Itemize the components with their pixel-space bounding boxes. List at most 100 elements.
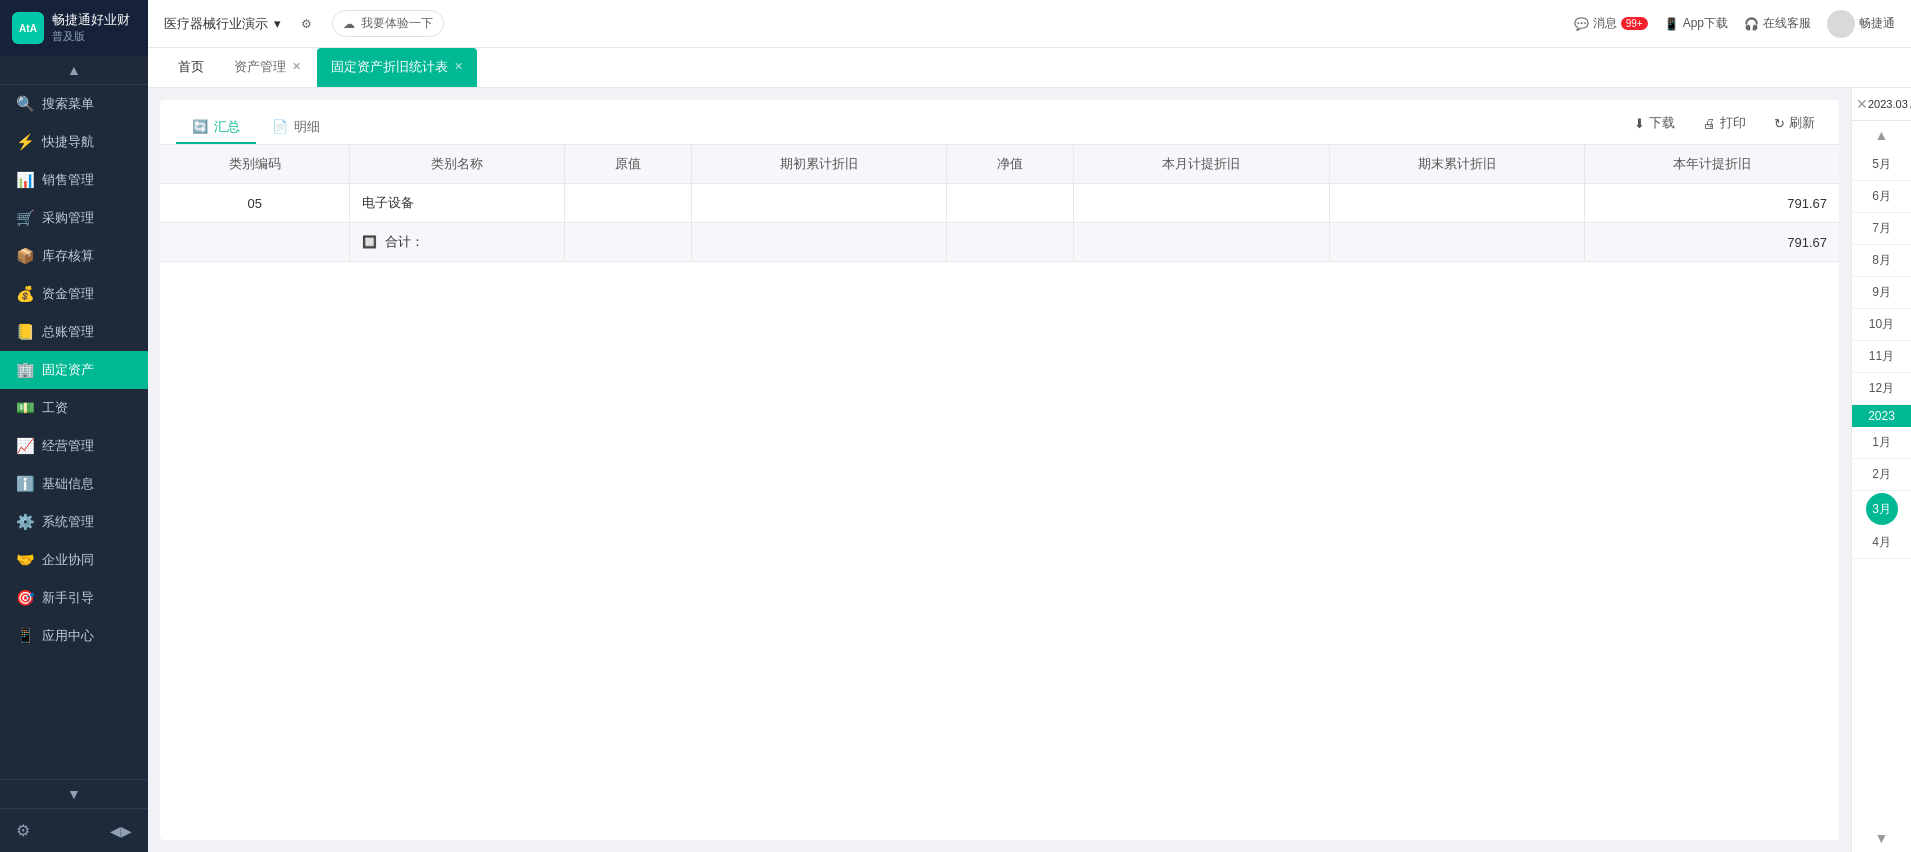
- month-item-11[interactable]: 11月: [1852, 341, 1911, 373]
- month-item-10[interactable]: 10月: [1852, 309, 1911, 341]
- sidebar-item-sales[interactable]: 📊 销售管理: [0, 161, 148, 199]
- calendar-panel-header: ✕ 2023.03 ⤢: [1852, 88, 1911, 121]
- tab-asset-mgmt[interactable]: 资产管理 ✕: [220, 48, 315, 87]
- cell-monthly-depreciation: [1073, 184, 1329, 223]
- sidebar-item-label: 采购管理: [42, 209, 94, 227]
- ledger-icon: 📒: [16, 323, 34, 341]
- sidebar-item-label: 销售管理: [42, 171, 94, 189]
- cell-net-value: [947, 184, 1074, 223]
- tab-asset-mgmt-close[interactable]: ✕: [292, 60, 301, 73]
- col-original-value: 原值: [565, 145, 692, 184]
- refresh-btn[interactable]: ↻ 刷新: [1766, 110, 1823, 136]
- sidebar-settings-btn[interactable]: ⚙: [12, 817, 34, 844]
- sub-tab-detail-label: 明细: [294, 118, 320, 136]
- sidebar-item-beginner[interactable]: 🎯 新手引导: [0, 579, 148, 617]
- sidebar-item-wages[interactable]: 💵 工资: [0, 389, 148, 427]
- app-download-btn[interactable]: 📱 App下载: [1664, 15, 1728, 32]
- depreciation-table: 类别编码 类别名称 原值 期初累计折旧 净值 本月计提折旧 期末累计折旧 本年计…: [160, 145, 1839, 262]
- topbar-left: 医疗器械行业演示 ▾ ⚙ ☁ 我要体验一下: [164, 10, 444, 37]
- month-item-8[interactable]: 8月: [1852, 245, 1911, 277]
- cell-summary-period-acc: [691, 223, 947, 262]
- calendar-next-btn[interactable]: ▼: [1852, 824, 1911, 852]
- sidebar-item-label: 企业协同: [42, 551, 94, 569]
- year-2023-months: 1月 2月 3月 4月: [1852, 427, 1911, 559]
- sidebar-item-quicknav[interactable]: ⚡ 快捷导航: [0, 123, 148, 161]
- cell-annual-depreciation: 791.67: [1585, 184, 1839, 223]
- summary-icon: 🔄: [192, 119, 208, 134]
- refresh-icon: ↻: [1774, 116, 1785, 131]
- sidebar-item-app-center[interactable]: 📱 应用中心: [0, 617, 148, 655]
- sidebar-scroll-down-btn[interactable]: ▼: [63, 782, 85, 806]
- sidebar-version: 普及版: [52, 29, 130, 44]
- sidebar-item-label: 资金管理: [42, 285, 94, 303]
- cell-summary-net: [947, 223, 1074, 262]
- detail-icon: 📄: [272, 119, 288, 134]
- month-item-9[interactable]: 9月: [1852, 277, 1911, 309]
- sidebar-item-label: 总账管理: [42, 323, 94, 341]
- sidebar-bottom: ⚙ ◀▶: [0, 808, 148, 852]
- tab-fixed-asset-close[interactable]: ✕: [454, 60, 463, 73]
- tab-home[interactable]: 首页: [164, 48, 218, 87]
- wages-icon: 💵: [16, 399, 34, 417]
- col-category-name: 类别名称: [350, 145, 565, 184]
- cell-summary-label: 🔲 合计：: [350, 223, 565, 262]
- sidebar-item-finance[interactable]: 💰 资金管理: [0, 275, 148, 313]
- table-wrapper: 类别编码 类别名称 原值 期初累计折旧 净值 本月计提折旧 期末累计折旧 本年计…: [160, 145, 1839, 840]
- sub-tabs-right: ⬇ 下载 🖨 打印 ↻ 刷新: [1626, 110, 1823, 144]
- online-service-btn[interactable]: 🎧 在线客服: [1744, 15, 1811, 32]
- month-item-7[interactable]: 7月: [1852, 213, 1911, 245]
- sidebar-item-label: 应用中心: [42, 627, 94, 645]
- cell-period-accumulated: [691, 184, 947, 223]
- sidebar-item-inventory[interactable]: 📦 库存核算: [0, 237, 148, 275]
- sidebar-item-purchase[interactable]: 🛒 采购管理: [0, 199, 148, 237]
- app-download-label: App下载: [1683, 15, 1728, 32]
- tab-home-label: 首页: [178, 58, 204, 76]
- operations-icon: 📈: [16, 437, 34, 455]
- month-item-5[interactable]: 5月: [1852, 149, 1911, 181]
- month-item-apr[interactable]: 4月: [1852, 527, 1911, 559]
- cell-original-value: [565, 184, 692, 223]
- year-2023-header[interactable]: 2023: [1852, 405, 1911, 427]
- cell-category-code: 05: [160, 184, 350, 223]
- print-icon: 🖨: [1703, 116, 1716, 131]
- tabs-bar: 首页 资产管理 ✕ 固定资产折旧统计表 ✕: [148, 48, 1911, 88]
- system-icon: ⚙️: [16, 513, 34, 531]
- sidebar-item-label: 固定资产: [42, 361, 94, 379]
- sidebar-collapse-btn[interactable]: ◀▶: [106, 819, 136, 843]
- month-item-jan[interactable]: 1月: [1852, 427, 1911, 459]
- table-header-row: 类别编码 类别名称 原值 期初累计折旧 净值 本月计提折旧 期末累计折旧 本年计…: [160, 145, 1839, 184]
- sidebar-item-ledger[interactable]: 📒 总账管理: [0, 313, 148, 351]
- month-item-12[interactable]: 12月: [1852, 373, 1911, 405]
- notification-label: 消息: [1593, 15, 1617, 32]
- print-btn[interactable]: 🖨 打印: [1695, 110, 1754, 136]
- sidebar-item-operations[interactable]: 📈 经营管理: [0, 427, 148, 465]
- sidebar-scroll-up-btn[interactable]: ▲: [63, 58, 85, 82]
- user-area[interactable]: 畅捷通: [1827, 10, 1895, 38]
- topbar-settings-btn[interactable]: ⚙: [293, 13, 320, 35]
- sidebar-item-label: 工资: [42, 399, 68, 417]
- sidebar-item-fixed-assets[interactable]: 🏢 固定资产: [0, 351, 148, 389]
- month-item-feb[interactable]: 2月: [1852, 459, 1911, 491]
- page-content: 🔄 汇总 📄 明细 ⬇ 下载 🖨 打印: [160, 100, 1839, 840]
- company-selector[interactable]: 医疗器械行业演示 ▾: [164, 15, 281, 33]
- fixed-assets-icon: 🏢: [16, 361, 34, 379]
- cloud-icon: ☁: [343, 17, 355, 31]
- calendar-close-btn[interactable]: ✕: [1856, 96, 1868, 112]
- sidebar-item-basic-info[interactable]: ℹ️ 基础信息: [0, 465, 148, 503]
- sub-tab-detail[interactable]: 📄 明细: [256, 112, 336, 144]
- quicknav-icon: ⚡: [16, 133, 34, 151]
- month-item-6[interactable]: 6月: [1852, 181, 1911, 213]
- sidebar-item-company-collab[interactable]: 🤝 企业协同: [0, 541, 148, 579]
- calendar-prev-btn[interactable]: ▲: [1852, 121, 1911, 149]
- experience-btn[interactable]: ☁ 我要体验一下: [332, 10, 444, 37]
- month-item-mar[interactable]: 3月: [1866, 493, 1898, 525]
- sidebar-item-search[interactable]: 🔍 搜索菜单: [0, 85, 148, 123]
- cell-summary-annual: 791.67: [1585, 223, 1839, 262]
- download-btn[interactable]: ⬇ 下载: [1626, 110, 1683, 136]
- sub-tab-summary[interactable]: 🔄 汇总: [176, 112, 256, 144]
- sub-tabs: 🔄 汇总 📄 明细 ⬇ 下载 🖨 打印: [160, 100, 1839, 145]
- sidebar-item-system[interactable]: ⚙️ 系统管理: [0, 503, 148, 541]
- notification-btn[interactable]: 💬 消息 99+: [1574, 15, 1648, 32]
- tab-fixed-asset-table[interactable]: 固定资产折旧统计表 ✕: [317, 48, 477, 87]
- sidebar-header: AtA 畅捷通好业财 普及版: [0, 0, 148, 56]
